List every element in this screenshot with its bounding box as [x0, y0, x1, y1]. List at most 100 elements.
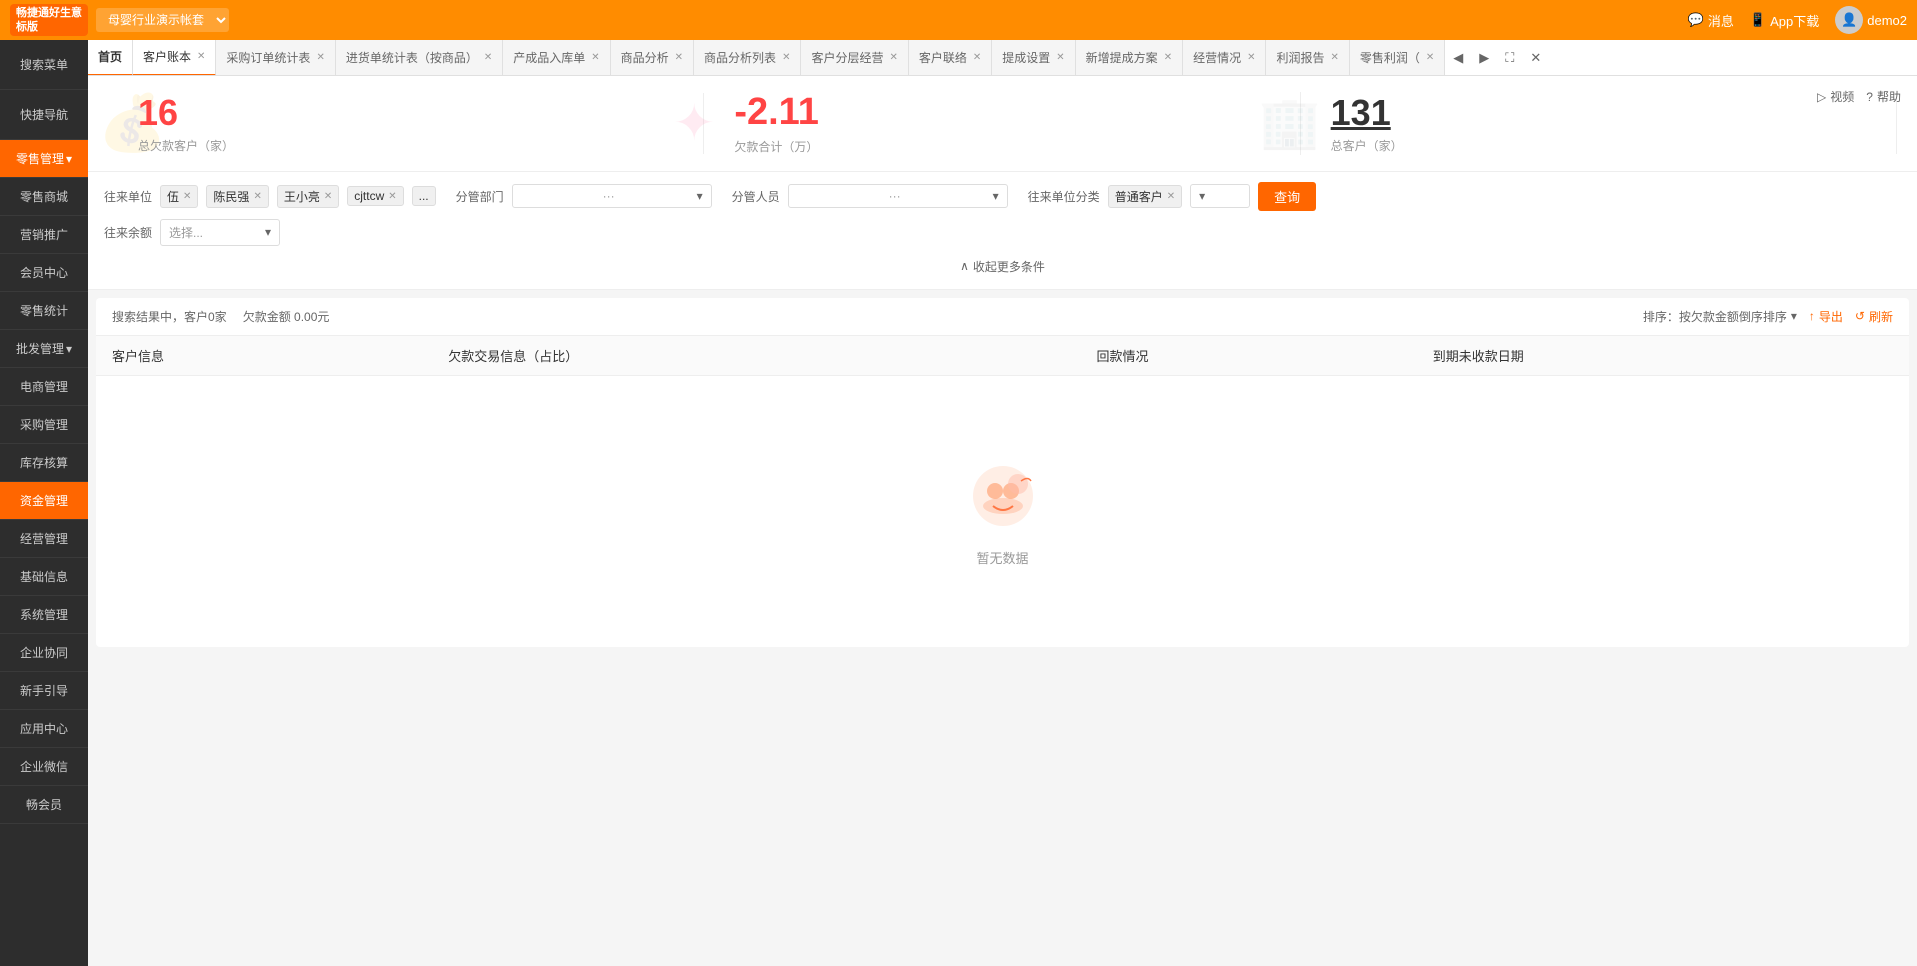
sidebar-item-vip-member[interactable]: 畅会员 — [0, 786, 88, 824]
sidebar-item-wholesale-mgmt[interactable]: 批发管理 ▾ — [0, 330, 88, 368]
tab-promotion-settings[interactable]: 提成设置 ✕ — [992, 40, 1075, 76]
debt-total-value: -2.11 — [734, 92, 819, 134]
stats-bar: 💰 16 总欠款客户（家） ✦ -2.11 欠款合计（万） 🏢 — [88, 76, 1917, 172]
sidebar-item-operations[interactable]: 经营管理 — [0, 520, 88, 558]
col-repayment: 回款情况 — [1081, 336, 1417, 376]
tab-customer-seg[interactable]: 客户分层经营 ✕ — [801, 40, 908, 76]
sidebar-item-purchase[interactable]: 采购管理 — [0, 406, 88, 444]
tab-close-promo[interactable]: ✕ — [1056, 52, 1064, 63]
sidebar-item-member-center[interactable]: 会员中心 — [0, 254, 88, 292]
tab-close-seg[interactable]: ✕ — [889, 52, 897, 63]
person-select-more: ··· — [889, 189, 901, 203]
sidebar-item-enterprise-wechat[interactable]: 企业微信 — [0, 748, 88, 786]
remove-tag-normal[interactable]: ✕ — [1167, 191, 1175, 202]
sidebar-item-new-guide[interactable]: 新手引导 — [0, 672, 88, 710]
tab-home[interactable]: 首页 — [88, 40, 133, 76]
tab-close-profit[interactable]: ✕ — [1331, 52, 1339, 63]
tab-close-new-promo[interactable]: ✕ — [1164, 52, 1172, 63]
remove-tag-wang[interactable]: ✕ — [324, 191, 332, 202]
sort-btn[interactable]: 排序：按欠款金额倒序排序 ▾ — [1643, 308, 1797, 325]
sidebar-item-finance[interactable]: 资金管理 — [0, 482, 88, 520]
help-btn[interactable]: ? 帮助 — [1866, 88, 1901, 105]
sidebar-item-ecommerce[interactable]: 电商管理 — [0, 368, 88, 406]
message-btn[interactable]: 💬 消息 — [1688, 11, 1734, 30]
empty-icon — [963, 456, 1043, 536]
tab-customer-account[interactable]: 客户账本 ✕ — [133, 40, 216, 76]
person-label: 分管人员 — [732, 188, 780, 205]
chevron-down-icon-cat: ▾ — [1199, 189, 1205, 203]
tab-close-goods-list[interactable]: ✕ — [782, 52, 790, 63]
help-icon: ? — [1866, 90, 1873, 104]
sidebar: 搜索菜单 快捷导航 零售管理 ▾ 零售商城 营销推广 会员中心 零售统计 批发管… — [0, 40, 88, 966]
sidebar-item-search[interactable]: 搜索菜单 — [0, 40, 88, 90]
filter-tag-more[interactable]: ... — [412, 186, 436, 206]
person-select[interactable]: ··· ▾ — [788, 184, 1008, 208]
sidebar-item-marketing[interactable]: 营销推广 — [0, 216, 88, 254]
dept-label: 分管部门 — [456, 188, 504, 205]
tab-close-ops[interactable]: ✕ — [1247, 52, 1255, 63]
tab-goods-analysis-list[interactable]: 商品分析列表 ✕ — [694, 40, 801, 76]
remove-tag-chen[interactable]: ✕ — [253, 191, 261, 202]
tab-close-goods[interactable]: ✕ — [675, 52, 683, 63]
total-customers-value: 131 — [1331, 93, 1391, 133]
col-customer-info: 客户信息 — [96, 336, 432, 376]
tab-maximize[interactable]: ⛶ — [1497, 40, 1522, 76]
balance-select[interactable]: 选择... ▾ — [160, 219, 280, 246]
debt-customers-label: 总欠款客户（家） — [138, 137, 234, 154]
filter-tag-unit: 伍 ✕ — [160, 185, 198, 208]
video-btn[interactable]: ▷ 视频 — [1817, 88, 1854, 105]
sidebar-item-inventory[interactable]: 库存核算 — [0, 444, 88, 482]
logo: 畅捷通好生意 标版 — [10, 4, 88, 37]
tab-close-retail[interactable]: ✕ — [1426, 52, 1434, 63]
sidebar-item-retail-mgmt[interactable]: 零售管理 ▾ — [0, 140, 88, 178]
sidebar-item-retail-mall[interactable]: 零售商城 — [0, 178, 88, 216]
tab-retail-profit[interactable]: 零售利润（ ✕ — [1350, 40, 1445, 76]
tab-close-customer-account[interactable]: ✕ — [197, 51, 205, 62]
collapse-btn[interactable]: ∧ 收起更多条件 — [104, 254, 1901, 279]
sidebar-item-enterprise[interactable]: 企业协同 — [0, 634, 88, 672]
export-icon: ↑ — [1809, 309, 1815, 323]
export-btn[interactable]: ↑ 导出 — [1809, 308, 1843, 325]
app-download-btn[interactable]: 📱 App下载 — [1750, 11, 1819, 30]
table-empty-row: 暂无数据 — [96, 375, 1909, 647]
tab-close-purchase[interactable]: ✕ — [316, 52, 324, 63]
tab-goods-analysis[interactable]: 商品分析 ✕ — [611, 40, 694, 76]
search-button[interactable]: 查询 — [1258, 182, 1316, 211]
top-bar-right: 💬 消息 📱 App下载 👤 demo2 — [1688, 6, 1907, 34]
tab-close-instock[interactable]: ✕ — [591, 52, 599, 63]
tab-customer-contact[interactable]: 客户联络 ✕ — [909, 40, 992, 76]
tab-nav-prev[interactable]: ◀ — [1445, 40, 1471, 76]
filter-tag-normal-customer: 普通客户 ✕ — [1108, 185, 1182, 208]
unit-category-select[interactable]: ▾ — [1190, 184, 1250, 208]
remove-tag-cjttcw[interactable]: ✕ — [388, 191, 396, 202]
tab-close-contact[interactable]: ✕ — [973, 52, 981, 63]
refresh-btn[interactable]: ↺ 刷新 — [1855, 308, 1893, 325]
tab-close-all[interactable]: ✕ — [1522, 40, 1549, 76]
tab-new-promotion[interactable]: 新增提成方案 ✕ — [1076, 40, 1183, 76]
empty-text: 暂无数据 — [976, 548, 1028, 567]
chevron-down-icon-bal: ▾ — [265, 225, 271, 239]
sidebar-item-system[interactable]: 系统管理 — [0, 596, 88, 634]
sidebar-item-retail-stats[interactable]: 零售统计 — [0, 292, 88, 330]
sidebar-item-app-center[interactable]: 应用中心 — [0, 710, 88, 748]
remove-tag-wu[interactable]: ✕ — [183, 191, 191, 202]
tab-close-purchase-stats[interactable]: ✕ — [484, 52, 492, 63]
table-header-row: 客户信息 欠款交易信息（占比） 回款情况 到期未收款日期 — [96, 336, 1909, 376]
tab-product-instock[interactable]: 产成品入库单 ✕ — [503, 40, 610, 76]
user-menu[interactable]: 👤 demo2 — [1835, 6, 1907, 34]
store-selector[interactable]: 母婴行业演示帐套 — [96, 8, 229, 32]
filter-bar: 往来单位 伍 ✕ 陈民强 ✕ 王小亮 ✕ — [88, 172, 1917, 290]
unit-category-label: 往来单位分类 — [1028, 188, 1100, 205]
tab-purchase-order-stats[interactable]: 采购订单统计表 ✕ — [216, 40, 335, 76]
data-table: 客户信息 欠款交易信息（占比） 回款情况 到期未收款日期 — [96, 336, 1909, 647]
tab-purchase-stats[interactable]: 进货单统计表（按商品） ✕ — [336, 40, 503, 76]
tab-profit-report[interactable]: 利润报告 ✕ — [1266, 40, 1349, 76]
avatar: 👤 — [1835, 6, 1863, 34]
sidebar-item-quick-nav[interactable]: 快捷导航 — [0, 90, 88, 140]
tab-nav-next[interactable]: ▶ — [1471, 40, 1497, 76]
sidebar-item-basic-info[interactable]: 基础信息 — [0, 558, 88, 596]
tab-operations[interactable]: 经营情况 ✕ — [1183, 40, 1266, 76]
table-toolbar: 搜索结果中，客户0家 欠款金额 0.00元 排序：按欠款金额倒序排序 ▾ ↑ 导… — [96, 298, 1909, 336]
table-container: 搜索结果中，客户0家 欠款金额 0.00元 排序：按欠款金额倒序排序 ▾ ↑ 导… — [96, 298, 1909, 647]
dept-select[interactable]: ··· ▾ — [512, 184, 712, 208]
